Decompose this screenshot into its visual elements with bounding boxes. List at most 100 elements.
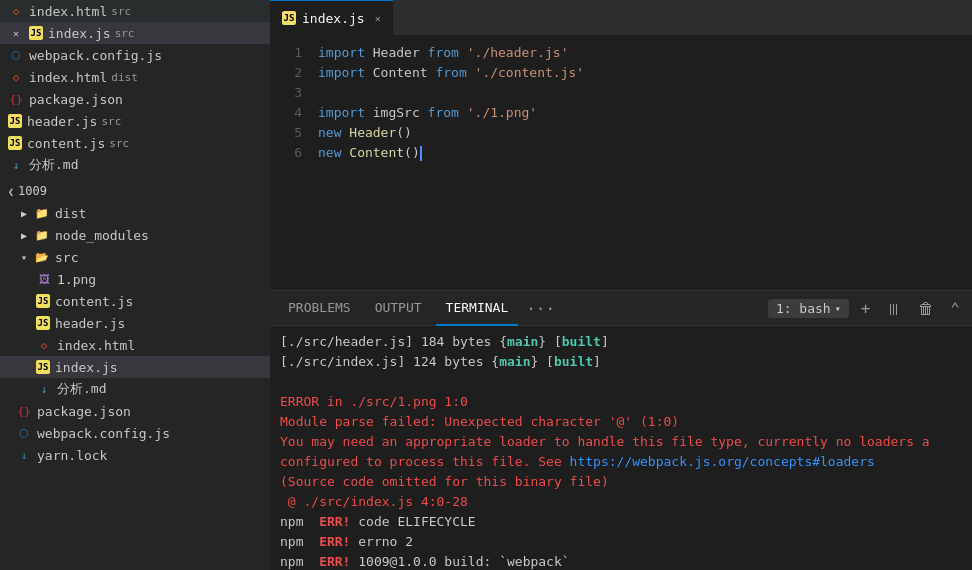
sidebar-item-src-content-js[interactable]: JS content.js bbox=[0, 290, 270, 312]
maximize-panel-button[interactable]: ⌃ bbox=[946, 297, 964, 320]
tab-terminal[interactable]: TERMINAL bbox=[436, 291, 519, 326]
sidebar-item-index-html-src[interactable]: ◇ index.html src bbox=[0, 0, 270, 22]
html-icon: ◇ bbox=[8, 3, 24, 19]
sidebar-item-root-pkg-json[interactable]: {} package.json bbox=[0, 400, 270, 422]
sidebar-item-dist[interactable]: ▶ 📁 dist bbox=[0, 202, 270, 224]
code-line-3 bbox=[318, 83, 972, 103]
editor-tab-index-js[interactable]: JS index.js ✕ bbox=[270, 0, 393, 35]
terminal-line-npm1: npm ERR! code ELIFECYCLE bbox=[280, 512, 962, 532]
sidebar-label: 1.png bbox=[57, 272, 96, 287]
open-editors-section: ◇ index.html src ✕ JS index.js src ⬡ web… bbox=[0, 0, 270, 176]
sidebar-label: header.js bbox=[27, 114, 97, 129]
terminal-line-error2: Module parse failed: Unexpected characte… bbox=[280, 412, 962, 432]
sidebar-label: package.json bbox=[29, 92, 123, 107]
split-terminal-button[interactable]: ⫼ bbox=[882, 297, 906, 320]
webpack-icon: ⬡ bbox=[16, 425, 32, 441]
problems-label: PROBLEMS bbox=[288, 300, 351, 315]
sidebar-item-src-index-js[interactable]: JS index.js bbox=[0, 356, 270, 378]
pkg-icon: {} bbox=[16, 403, 32, 419]
sidebar-label: index.js bbox=[55, 360, 118, 375]
sidebar-item-content-js[interactable]: JS content.js src bbox=[0, 132, 270, 154]
sidebar-badge: src bbox=[115, 27, 135, 40]
bash-label: 1: bash bbox=[776, 301, 831, 316]
js-icon: JS bbox=[29, 26, 43, 40]
sidebar-item-header-js[interactable]: JS header.js src bbox=[0, 110, 270, 132]
tab-more-icon[interactable]: ··· bbox=[522, 299, 559, 318]
tab-output[interactable]: OUTPUT bbox=[365, 291, 432, 326]
sidebar-item-index-js-src[interactable]: ✕ JS index.js src bbox=[0, 22, 270, 44]
sidebar-item-node-modules[interactable]: ▶ 📁 node_modules bbox=[0, 224, 270, 246]
sidebar-item-src-header-js[interactable]: JS header.js bbox=[0, 312, 270, 334]
folder-icon: 📁 bbox=[34, 227, 50, 243]
js-icon: JS bbox=[8, 136, 22, 150]
sidebar-item-src-1png[interactable]: 🖼 1.png bbox=[0, 268, 270, 290]
chevron-down-icon: ▾ bbox=[835, 303, 841, 314]
sidebar-badge: src bbox=[101, 115, 121, 128]
sidebar-badge: dist bbox=[111, 71, 138, 84]
sidebar-badge: src bbox=[109, 137, 129, 150]
section-collapse-icon[interactable]: ❮ bbox=[8, 186, 14, 197]
sidebar-label: src bbox=[55, 250, 78, 265]
sidebar-label: webpack.config.js bbox=[37, 426, 170, 441]
download-icon: ↓ bbox=[36, 381, 52, 397]
sidebar-item-src-index-html[interactable]: ◇ index.html bbox=[0, 334, 270, 356]
sidebar-item-fenxi-md[interactable]: ↓ 分析.md bbox=[0, 154, 270, 176]
sidebar-label: webpack.config.js bbox=[29, 48, 162, 63]
sidebar-label: 分析.md bbox=[57, 380, 106, 398]
terminal-content[interactable]: [./src/header.js] 184 bytes {main} [buil… bbox=[270, 326, 972, 570]
sidebar-item-src-fenxi-md[interactable]: ↓ 分析.md bbox=[0, 378, 270, 400]
js-icon: JS bbox=[36, 360, 50, 374]
terminal-line-error4: configured to process this file. See htt… bbox=[280, 452, 962, 472]
code-line-4: import imgSrc from './1.png' bbox=[318, 103, 972, 123]
sidebar-label: content.js bbox=[27, 136, 105, 151]
add-terminal-button[interactable]: + bbox=[857, 297, 875, 320]
js-icon: JS bbox=[36, 316, 50, 330]
js-icon: JS bbox=[8, 114, 22, 128]
sidebar-item-package-json[interactable]: {} package.json bbox=[0, 88, 270, 110]
section-title: 1009 bbox=[18, 184, 47, 198]
sidebar-item-index-html-dist[interactable]: ◇ index.html dist bbox=[0, 66, 270, 88]
folder-open-icon: 📂 bbox=[34, 249, 50, 265]
sidebar-label: node_modules bbox=[55, 228, 149, 243]
webpack-icon: ⬡ bbox=[8, 47, 24, 63]
sidebar-label: header.js bbox=[55, 316, 125, 331]
line-numbers: 1 2 3 4 5 6 bbox=[270, 35, 310, 290]
panel-right-controls: 1: bash ▾ + ⫼ 🗑 ⌃ bbox=[768, 297, 964, 320]
terminal-line-1: [./src/header.js] 184 bytes {main} [buil… bbox=[280, 332, 962, 352]
terminal-label: TERMINAL bbox=[446, 300, 509, 315]
bash-selector[interactable]: 1: bash ▾ bbox=[768, 299, 849, 318]
sidebar-badge: src bbox=[111, 5, 131, 18]
main-area: JS index.js ✕ 1 2 3 4 5 6 import Header … bbox=[270, 0, 972, 570]
sidebar-label: package.json bbox=[37, 404, 131, 419]
sidebar-item-webpack-config[interactable]: ⬡ webpack.config.js bbox=[0, 44, 270, 66]
terminal-line-blank bbox=[280, 372, 962, 392]
sidebar-item-src[interactable]: ▾ 📂 src bbox=[0, 246, 270, 268]
arrow-right-icon: ▶ bbox=[16, 227, 32, 243]
terminal-line-2: [./src/index.js] 124 bytes {main} [built… bbox=[280, 352, 962, 372]
sidebar-label: yarn.lock bbox=[37, 448, 107, 463]
sidebar-item-root-yarn-lock[interactable]: ↓ yarn.lock bbox=[0, 444, 270, 466]
panel-tabs: PROBLEMS OUTPUT TERMINAL ··· 1: bash ▾ +… bbox=[270, 291, 972, 326]
sidebar-label: index.html bbox=[29, 4, 107, 19]
sidebar-label: dist bbox=[55, 206, 86, 221]
arrow-down-icon: ▾ bbox=[16, 249, 32, 265]
code-line-5: new Header() bbox=[318, 123, 972, 143]
code-area[interactable]: import Header from './header.js' import … bbox=[310, 35, 972, 290]
output-label: OUTPUT bbox=[375, 300, 422, 315]
code-line-6: new Content() bbox=[318, 143, 972, 163]
tab-problems[interactable]: PROBLEMS bbox=[278, 291, 361, 326]
delete-terminal-button[interactable]: 🗑 bbox=[914, 297, 938, 320]
pkg-icon: {} bbox=[8, 91, 24, 107]
sidebar-label: index.js bbox=[48, 26, 111, 41]
terminal-line-error6: @ ./src/index.js 4:0-28 bbox=[280, 492, 962, 512]
png-icon: 🖼 bbox=[36, 271, 52, 287]
terminal-line-error5: (Source code omitted for this binary fil… bbox=[280, 472, 962, 492]
tab-close-icon[interactable]: ✕ bbox=[375, 13, 381, 24]
terminal-line-npm2: npm ERR! errno 2 bbox=[280, 532, 962, 552]
sidebar-item-root-webpack[interactable]: ⬡ webpack.config.js bbox=[0, 422, 270, 444]
sidebar-label: 分析.md bbox=[29, 156, 78, 174]
terminal-line-error1: ERROR in ./src/1.png 1:0 bbox=[280, 392, 962, 412]
sidebar: ◇ index.html src ✕ JS index.js src ⬡ web… bbox=[0, 0, 270, 570]
dots-label: ··· bbox=[526, 299, 555, 318]
close-icon[interactable]: ✕ bbox=[8, 25, 24, 41]
